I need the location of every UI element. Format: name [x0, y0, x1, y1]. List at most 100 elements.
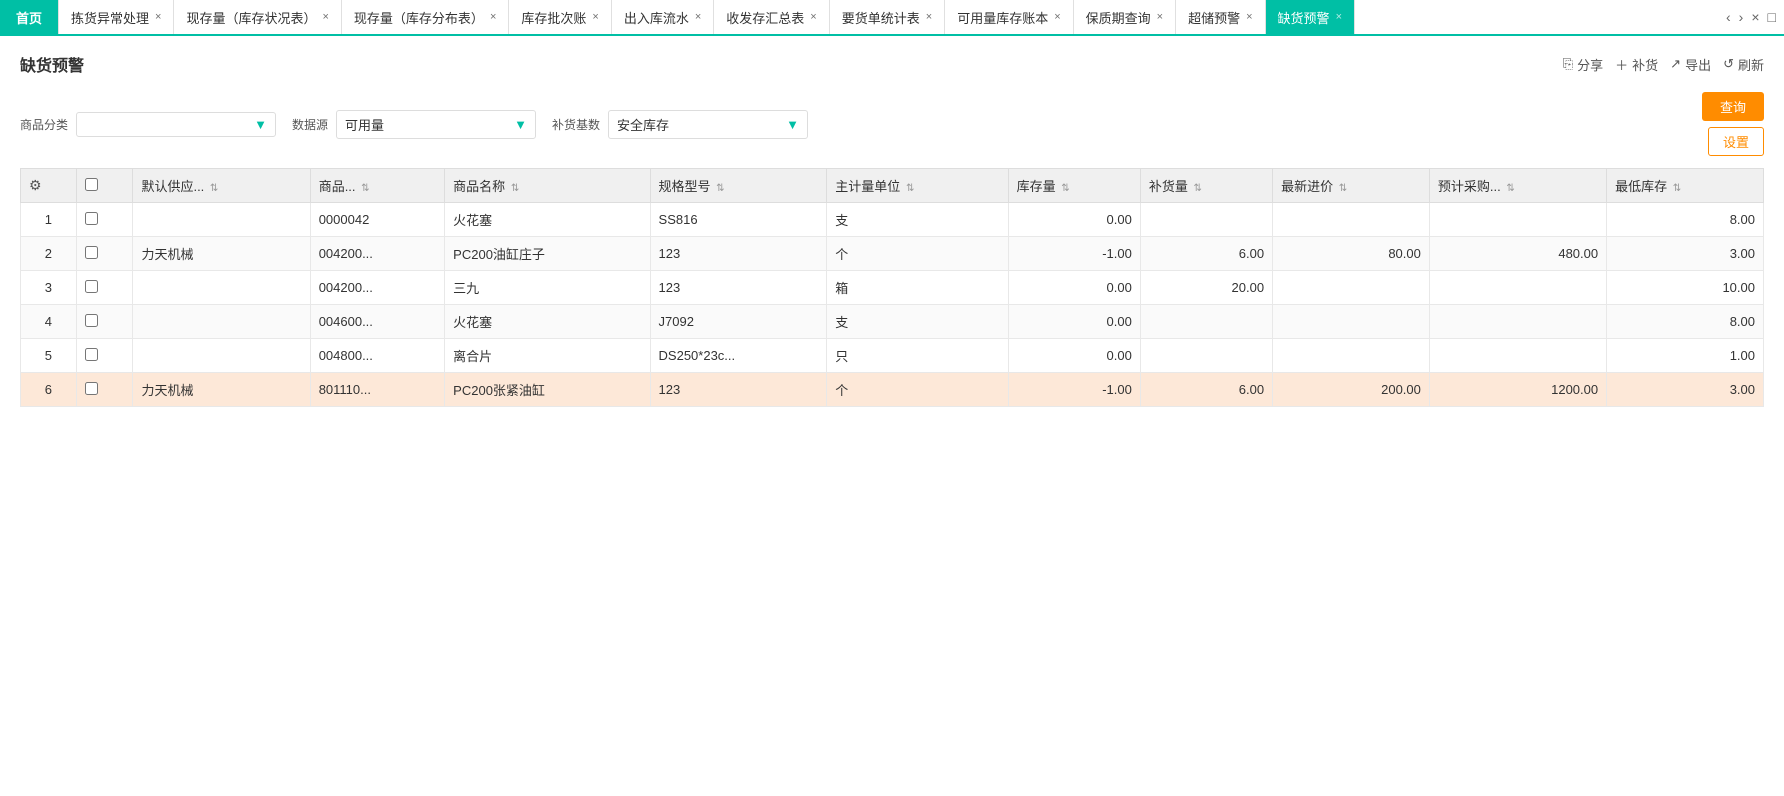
tab-home[interactable]: 首页	[0, 0, 59, 34]
col-name[interactable]: 商品名称 ⇅	[445, 169, 650, 203]
table-row: 1 0000042 火花塞 SS816 支 0.00 8.00	[21, 203, 1764, 237]
tab-close-all-btn[interactable]: ×	[1747, 7, 1763, 27]
tab-receipt-summary-close[interactable]: ×	[810, 11, 816, 23]
col-spec[interactable]: 规格型号 ⇅	[650, 169, 827, 203]
row-checkbox-3[interactable]	[76, 271, 133, 305]
row-checkbox-6[interactable]	[76, 373, 133, 407]
tab-inventory-status[interactable]: 现存量（库存状况表） ×	[174, 0, 341, 34]
refresh-button[interactable]: ↺ 刷新	[1723, 55, 1764, 74]
category-filter-group: 商品分类 ▼	[20, 112, 276, 137]
col-min-stock[interactable]: 最低库存 ⇅	[1607, 169, 1764, 203]
tab-next-btn[interactable]: ›	[1735, 7, 1748, 27]
col-est-purchase[interactable]: 预计采购... ⇅	[1429, 169, 1606, 203]
tab-inout-flow[interactable]: 出入库流水 ×	[612, 0, 714, 34]
tab-expiry-query-close[interactable]: ×	[1157, 11, 1163, 23]
tab-inout-flow-label: 出入库流水	[624, 8, 689, 27]
row-latest-price-3	[1273, 271, 1430, 305]
row-min-stock-5: 1.00	[1607, 339, 1764, 373]
tab-available-ledger-close[interactable]: ×	[1054, 11, 1060, 23]
col-code[interactable]: 商品... ⇅	[310, 169, 444, 203]
row-code-3: 004200...	[310, 271, 444, 305]
row-spec-1: SS816	[650, 203, 827, 237]
tab-inventory-status-label: 现存量（库存状况表）	[186, 8, 316, 27]
row-stock-6: -1.00	[1008, 373, 1140, 407]
settings-button[interactable]: 设置	[1708, 127, 1764, 156]
col-settings[interactable]: ⚙	[21, 169, 77, 203]
min-stock-sort-icon: ⇅	[1673, 183, 1681, 194]
col-replenish[interactable]: 补货量 ⇅	[1140, 169, 1272, 203]
row-stock-4: 0.00	[1008, 305, 1140, 339]
row-name-3: 三九	[445, 271, 650, 305]
tab-purchase-stat-close[interactable]: ×	[926, 11, 932, 23]
row-latest-price-6: 200.00	[1273, 373, 1430, 407]
tab-receipt-summary[interactable]: 收发存汇总表 ×	[714, 0, 829, 34]
row-unit-3: 箱	[827, 271, 1008, 305]
category-select[interactable]: ▼	[76, 112, 276, 137]
row-stock-1: 0.00	[1008, 203, 1140, 237]
row-min-stock-6: 3.00	[1607, 373, 1764, 407]
tab-batch-account-close[interactable]: ×	[592, 11, 598, 23]
refresh-label: 刷新	[1738, 55, 1764, 74]
tab-inout-flow-close[interactable]: ×	[695, 11, 701, 23]
replenish-base-select[interactable]: 安全库存 ▼	[608, 110, 808, 139]
tab-abnormal[interactable]: 拣货异常处理 ×	[59, 0, 174, 34]
tab-shortage-warn-close[interactable]: ×	[1336, 11, 1342, 23]
row-checkbox-5[interactable]	[76, 339, 133, 373]
row-unit-2: 个	[827, 237, 1008, 271]
row-min-stock-1: 8.00	[1607, 203, 1764, 237]
row-supplier-4	[133, 305, 310, 339]
tab-available-ledger[interactable]: 可用量库存账本 ×	[945, 0, 1073, 34]
tab-nav-buttons: ‹ › × □	[1718, 7, 1784, 27]
settings-gear-icon[interactable]: ⚙	[29, 177, 42, 193]
query-button[interactable]: 查询	[1702, 92, 1764, 121]
tab-overstock-warn[interactable]: 超储预警 ×	[1176, 0, 1265, 34]
row-est-purchase-6: 1200.00	[1429, 373, 1606, 407]
tab-inventory-dist[interactable]: 现存量（库存分布表） ×	[342, 0, 509, 34]
latest-price-sort-icon: ⇅	[1339, 183, 1347, 194]
col-unit[interactable]: 主计量单位 ⇅	[827, 169, 1008, 203]
col-latest-price[interactable]: 最新进价 ⇅	[1273, 169, 1430, 203]
row-min-stock-4: 8.00	[1607, 305, 1764, 339]
col-supplier[interactable]: 默认供应... ⇅	[133, 169, 310, 203]
select-all-checkbox[interactable]	[85, 178, 98, 191]
replenish-button[interactable]: ＋ 补货	[1615, 55, 1658, 74]
datasource-value: 可用量	[345, 115, 384, 134]
col-unit-label: 主计量单位	[835, 179, 900, 194]
row-name-4: 火花塞	[445, 305, 650, 339]
row-stock-5: 0.00	[1008, 339, 1140, 373]
table-row: 3 004200... 三九 123 箱 0.00 20.00 10.00	[21, 271, 1764, 305]
tab-abnormal-close[interactable]: ×	[155, 11, 161, 23]
share-button[interactable]: ⎘ 分享	[1563, 55, 1603, 74]
table-row: 5 004800... 离合片 DS250*23c... 只 0.00 1.00	[21, 339, 1764, 373]
row-checkbox-4[interactable]	[76, 305, 133, 339]
row-latest-price-1	[1273, 203, 1430, 237]
row-checkbox-1[interactable]	[76, 203, 133, 237]
name-sort-icon: ⇅	[511, 183, 519, 194]
col-checkbox[interactable]	[76, 169, 133, 203]
datasource-select[interactable]: 可用量 ▼	[336, 110, 536, 139]
tab-batch-account[interactable]: 库存批次账 ×	[509, 0, 611, 34]
main-content: 缺货预警 ⎘ 分享 ＋ 补货 ↗ 导出 ↺ 刷新 商品分类	[0, 36, 1784, 796]
unit-sort-icon: ⇅	[906, 183, 914, 194]
tab-expiry-query[interactable]: 保质期查询 ×	[1074, 0, 1176, 34]
export-button[interactable]: ↗ 导出	[1670, 55, 1711, 74]
tab-overstock-warn-close[interactable]: ×	[1246, 11, 1252, 23]
tab-bar: 首页 拣货异常处理 × 现存量（库存状况表） × 现存量（库存分布表） × 库存…	[0, 0, 1784, 36]
tab-inventory-dist-close[interactable]: ×	[490, 11, 496, 23]
tab-shortage-warn[interactable]: 缺货预警 ×	[1266, 0, 1355, 34]
col-stock[interactable]: 库存量 ⇅	[1008, 169, 1140, 203]
tab-maximize-btn[interactable]: □	[1764, 7, 1780, 27]
share-label: 分享	[1577, 55, 1603, 74]
row-code-6: 801110...	[310, 373, 444, 407]
row-supplier-2: 力天机械	[133, 237, 310, 271]
category-label: 商品分类	[20, 116, 68, 133]
page-header: 缺货预警 ⎘ 分享 ＋ 补货 ↗ 导出 ↺ 刷新	[20, 52, 1764, 76]
code-sort-icon: ⇅	[361, 183, 369, 194]
row-checkbox-2[interactable]	[76, 237, 133, 271]
row-stock-3: 0.00	[1008, 271, 1140, 305]
tab-purchase-stat[interactable]: 要货单统计表 ×	[830, 0, 945, 34]
tab-inventory-status-close[interactable]: ×	[322, 11, 328, 23]
row-code-4: 004600...	[310, 305, 444, 339]
tab-prev-btn[interactable]: ‹	[1722, 7, 1735, 27]
row-unit-1: 支	[827, 203, 1008, 237]
